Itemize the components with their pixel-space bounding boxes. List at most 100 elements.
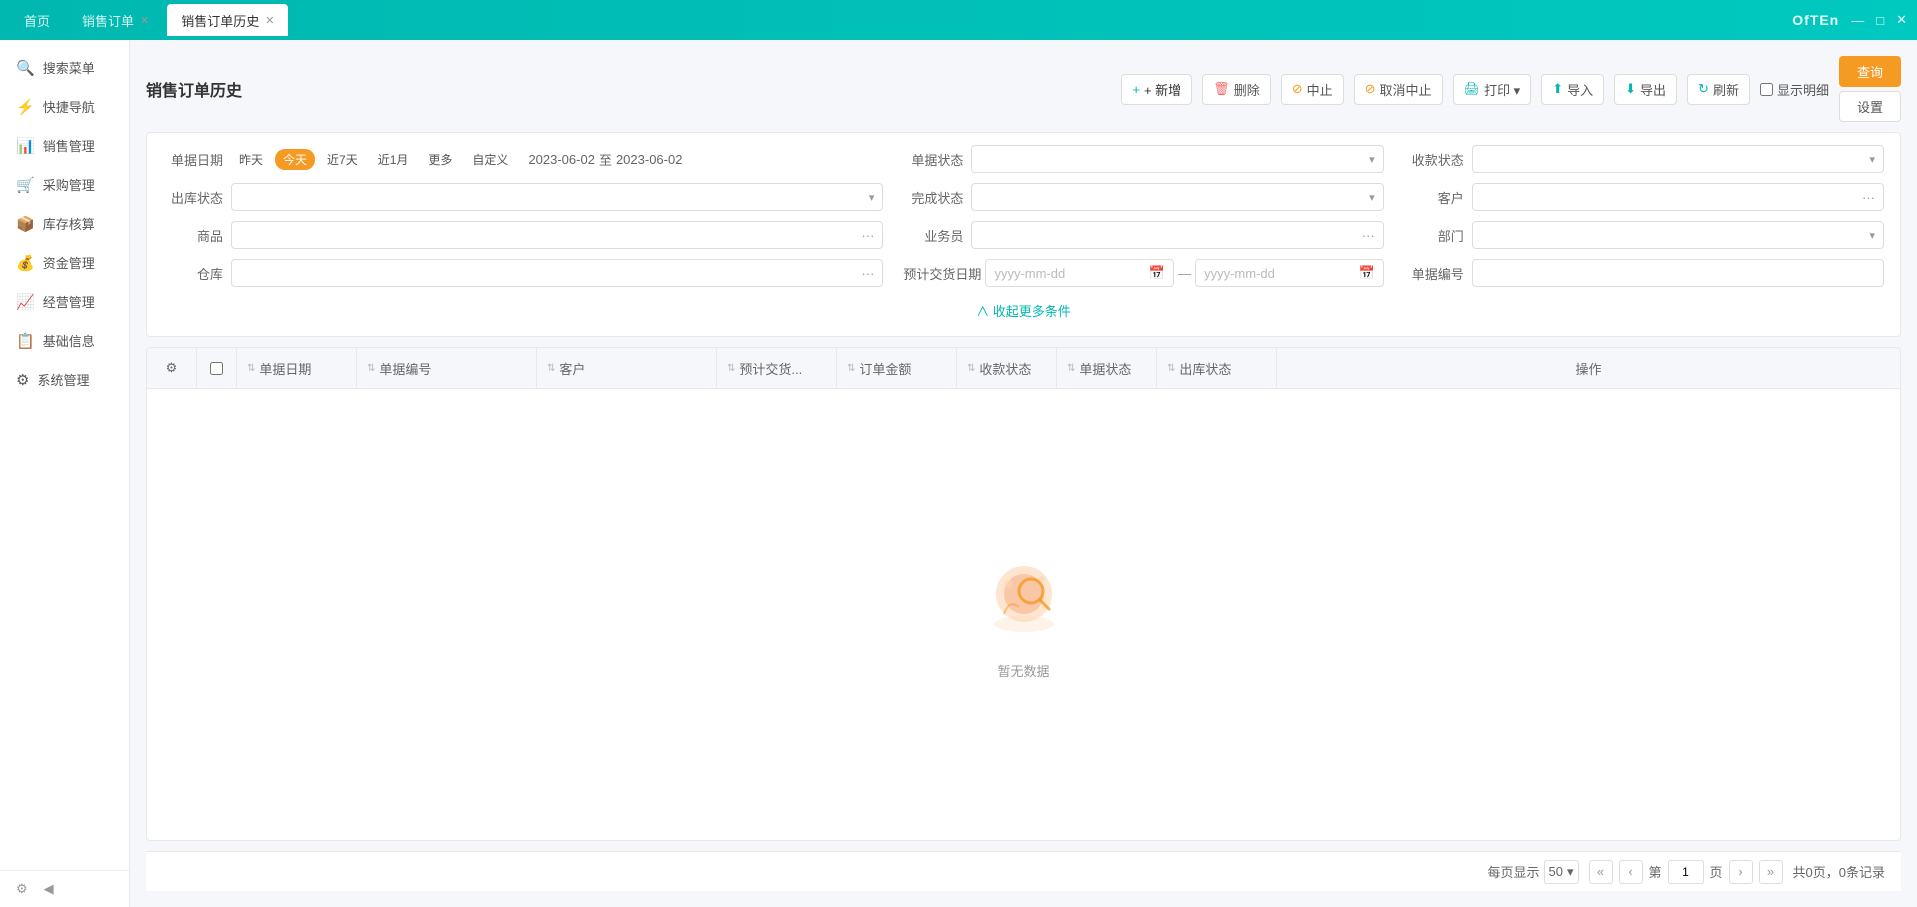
th-settings[interactable]: ⚙ <box>147 348 197 388</box>
tab-sales-order[interactable]: 销售订单 ✕ <box>68 4 163 36</box>
date-7days[interactable]: 近7天 <box>319 149 366 170</box>
th-amount[interactable]: ⇅ 订单金额 <box>837 348 957 388</box>
complete-status-arrow: ▾ <box>1369 191 1375 204</box>
cancel-stop-button[interactable]: ⊘ 取消中止 <box>1354 74 1443 105</box>
system-mgmt-icon: ⚙ <box>16 371 29 389</box>
stop-label: 中止 <box>1307 80 1333 99</box>
import-button[interactable]: ⬆ 导入 <box>1541 74 1604 105</box>
next-page-icon: › <box>1738 864 1742 879</box>
refresh-button[interactable]: ↻ 刷新 <box>1687 74 1750 105</box>
sidebar-item-search-menu[interactable]: 🔍 搜索菜单 <box>0 48 129 87</box>
date-1month[interactable]: 近1月 <box>370 149 417 170</box>
sidebar-item-finance[interactable]: 💰 资金管理 <box>0 243 129 282</box>
th-bill-status[interactable]: ⇅ 单据状态 <box>1057 348 1157 388</box>
sidebar-item-system-mgmt[interactable]: ⚙ 系统管理 <box>0 360 129 399</box>
department-control[interactable]: ▾ <box>1472 221 1884 249</box>
sidebar-item-inventory[interactable]: 📦 库存核算 <box>0 204 129 243</box>
new-button[interactable]: + + 新增 <box>1121 74 1192 105</box>
date-range-separator: 至 <box>599 150 612 169</box>
page-input[interactable] <box>1668 860 1704 884</box>
delete-button[interactable]: 🗑 删除 <box>1202 74 1271 105</box>
sidebar-item-sales-mgmt[interactable]: 📊 销售管理 <box>0 126 129 165</box>
sales-mgmt-icon: 📊 <box>16 137 35 155</box>
sidebar-item-quick-nav[interactable]: ⚡ 快捷导航 <box>0 87 129 126</box>
purchase-mgmt-icon: 🛒 <box>16 176 35 194</box>
filter-settings-button[interactable]: 设置 <box>1839 91 1901 122</box>
window-minimize[interactable]: — <box>1851 13 1864 28</box>
th-checkbox[interactable] <box>197 348 237 388</box>
tab-sales-order-history[interactable]: 销售订单历史 ✕ <box>167 4 288 36</box>
tab-sales-order-close[interactable]: ✕ <box>140 14 149 27</box>
tab-home[interactable]: 首页 <box>10 4 64 36</box>
goods-dots: ··· <box>861 228 874 243</box>
date-yesterday[interactable]: 昨天 <box>231 149 271 170</box>
th-date[interactable]: ⇅ 单据日期 <box>237 348 357 388</box>
warehouse-control[interactable]: ··· <box>231 259 883 287</box>
outbound-status-label: 出库状态 <box>163 188 223 207</box>
page-last-btn[interactable]: » <box>1759 860 1783 884</box>
tab-bar: 首页 销售订单 ✕ 销售订单历史 ✕ <box>10 4 288 36</box>
collapse-button[interactable]: ∧ 收起更多条件 <box>163 297 1884 324</box>
display-detail-toggle[interactable]: 显示明细 <box>1760 80 1829 99</box>
filter-row-1: 单据日期 昨天 今天 近7天 近1月 更多 自定义 2023 <box>163 145 1884 173</box>
bill-status-arrow: ▾ <box>1369 153 1375 166</box>
page-unit: 页 <box>1710 862 1723 881</box>
delivery-date-end-control[interactable]: yyyy-mm-dd 📅 <box>1195 259 1384 287</box>
th-delivery[interactable]: ⇅ 预计交货... <box>717 348 837 388</box>
th-payment-status[interactable]: ⇅ 收款状态 <box>957 348 1057 388</box>
filter-item-goods: 商品 ··· <box>163 221 883 249</box>
page-size-dropdown[interactable]: 50 ▾ <box>1544 860 1579 884</box>
sort-icon-delivery: ⇅ <box>727 363 735 374</box>
query-button[interactable]: 查询 <box>1839 56 1901 87</box>
page-content: 销售订单历史 + + 新增 🗑 删除 ⊘ 中止 ⊘ <box>130 40 1917 907</box>
stop-button[interactable]: ⊘ 中止 <box>1281 74 1344 105</box>
page-prev-btn[interactable]: ‹ <box>1619 860 1643 884</box>
new-icon: + <box>1132 82 1140 97</box>
last-page-icon: » <box>1767 864 1774 879</box>
complete-status-control[interactable]: ▾ <box>971 183 1383 211</box>
bill-status-control[interactable]: ▾ <box>971 145 1383 173</box>
sort-icon-bill-status: ⇅ <box>1067 363 1075 374</box>
sidebar-item-basic-info[interactable]: 📋 基础信息 <box>0 321 129 360</box>
sidebar-item-operations[interactable]: 📈 经营管理 <box>0 282 129 321</box>
empty-state: 暂无数据 <box>147 389 1900 840</box>
select-all-checkbox[interactable] <box>210 362 223 375</box>
window-close[interactable]: ✕ <box>1896 12 1907 28</box>
th-number[interactable]: ⇅ 单据编号 <box>357 348 537 388</box>
filter-item-bill-status: 单据状态 ▾ <box>903 145 1383 173</box>
th-outbound[interactable]: ⇅ 出库状态 <box>1157 348 1277 388</box>
print-button[interactable]: 🖨 打印 ▾ <box>1453 74 1532 105</box>
sidebar-item-purchase-mgmt[interactable]: 🛒 采购管理 <box>0 165 129 204</box>
sidebar-sales-mgmt-label: 销售管理 <box>43 136 95 155</box>
bill-number-control[interactable] <box>1472 259 1884 287</box>
payment-status-control[interactable]: ▾ <box>1472 145 1884 173</box>
delivery-date-dash: — <box>1178 266 1191 281</box>
bill-number-label: 单据编号 <box>1404 264 1464 283</box>
display-detail-checkbox[interactable] <box>1760 83 1773 96</box>
window-maximize[interactable]: □ <box>1876 13 1884 28</box>
page-next-btn[interactable]: › <box>1729 860 1753 884</box>
table-container: ⚙ ⇅ 单据日期 ⇅ 单据编号 ⇅ 客户 <box>146 347 1901 841</box>
sort-icon-number: ⇅ <box>367 363 375 374</box>
delivery-date-start-control[interactable]: yyyy-mm-dd 📅 <box>985 259 1174 287</box>
delivery-date-start-placeholder: yyyy-mm-dd <box>994 266 1065 281</box>
delivery-date-end-placeholder: yyyy-mm-dd <box>1204 266 1275 281</box>
th-customer[interactable]: ⇅ 客户 <box>537 348 717 388</box>
date-more[interactable]: 更多 <box>420 149 460 170</box>
tab-sales-order-history-close[interactable]: ✕ <box>265 14 274 27</box>
payment-status-label: 收款状态 <box>1404 150 1464 169</box>
query-settings-group: 查询 设置 <box>1839 56 1901 122</box>
date-today[interactable]: 今天 <box>275 149 315 170</box>
customer-control[interactable]: ··· <box>1472 183 1884 211</box>
salesperson-control[interactable]: ··· <box>971 221 1383 249</box>
bill-status-label: 单据状态 <box>903 150 963 169</box>
outbound-status-control[interactable]: ▾ <box>231 183 883 211</box>
sidebar-bottom-settings-icon[interactable]: ⚙ <box>16 881 28 897</box>
sidebar-collapse-icon[interactable]: ◀ <box>44 881 54 897</box>
sort-icon-customer: ⇅ <box>547 363 555 374</box>
export-button[interactable]: ⬇ 导出 <box>1614 74 1677 105</box>
total-records: 共0页，0条记录 <box>1793 862 1885 881</box>
goods-control[interactable]: ··· <box>231 221 883 249</box>
date-custom[interactable]: 自定义 <box>464 149 516 170</box>
page-first-btn[interactable]: « <box>1589 860 1613 884</box>
